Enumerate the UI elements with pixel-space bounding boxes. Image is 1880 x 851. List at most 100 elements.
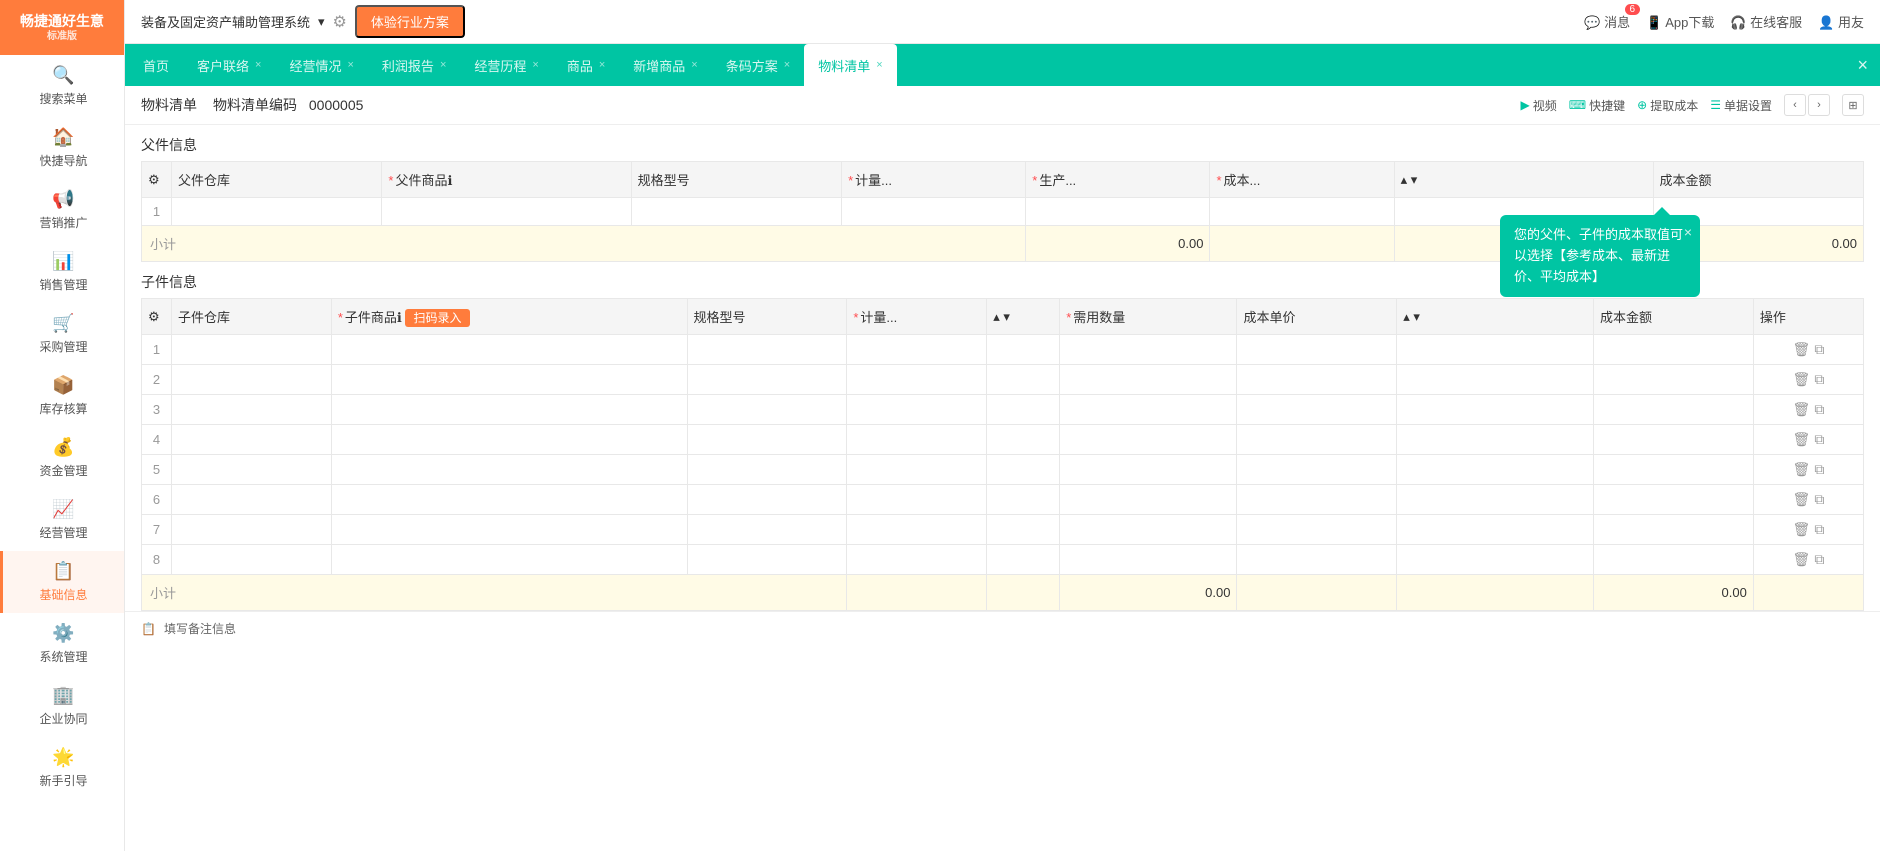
navtab-close-bizstatus[interactable]: × [347, 59, 353, 71]
prev-btn[interactable]: ‹ [1784, 94, 1806, 116]
navtab-close-goods[interactable]: × [599, 59, 605, 71]
delete-btn-1[interactable]: 🗑 [1793, 341, 1811, 358]
shortcut-action[interactable]: ⌨ 快捷键 [1569, 97, 1625, 114]
navtab-close-newgoods[interactable]: × [691, 59, 697, 71]
child-cell-spec-7[interactable] [687, 515, 847, 545]
copy-btn-3[interactable]: ⧉ [1814, 401, 1824, 418]
child-cell-goods-4[interactable] [331, 425, 687, 455]
child-cell-goods-3[interactable] [331, 395, 687, 425]
child-cell-spec-5[interactable] [687, 455, 847, 485]
parent-cell-cost-1[interactable] [1210, 198, 1394, 226]
child-cell-goods-7[interactable] [331, 515, 687, 545]
child-cell-warehouse-8[interactable] [172, 545, 332, 575]
gear-icon[interactable]: ⚙ [333, 12, 347, 32]
copy-btn-5[interactable]: ⧉ [1814, 461, 1824, 478]
navtab-close-bizhistory[interactable]: × [532, 59, 538, 71]
child-cell-unit-8[interactable] [847, 545, 987, 575]
navtab-barcode[interactable]: 条码方案 × [712, 44, 804, 86]
child-cell-spec-6[interactable] [687, 485, 847, 515]
child-cell-spec-4[interactable] [687, 425, 847, 455]
child-cell-warehouse-6[interactable] [172, 485, 332, 515]
child-cell-warehouse-1[interactable] [172, 335, 332, 365]
extract-cost-action[interactable]: ⊕ 提取成本 [1637, 97, 1698, 114]
child-cell-goods-8[interactable] [331, 545, 687, 575]
child-cell-goods-1[interactable] [331, 335, 687, 365]
copy-btn-4[interactable]: ⧉ [1814, 431, 1824, 448]
delete-btn-2[interactable]: 🗑 [1793, 371, 1811, 388]
child-cell-qty-2[interactable] [1060, 365, 1237, 395]
sidebar-item-search[interactable]: 🔍搜索菜单 [0, 55, 124, 117]
child-cell-qty-1[interactable] [1060, 335, 1237, 365]
child-cell-qty-4[interactable] [1060, 425, 1237, 455]
child-cell-unit-5[interactable] [847, 455, 987, 485]
sidebar-item-corp[interactable]: 🏢企业协同 [0, 675, 124, 737]
navtab-customer[interactable]: 客户联络 × [183, 44, 275, 86]
notes-text[interactable]: 填写备注信息 [164, 620, 236, 637]
child-cell-spec-8[interactable] [687, 545, 847, 575]
child-cell-cost-price-5[interactable] [1237, 455, 1397, 485]
message-btn[interactable]: 💬 6 消息 [1584, 12, 1630, 31]
child-cell-cost-price-3[interactable] [1237, 395, 1397, 425]
navtab-close-customer[interactable]: × [255, 59, 261, 71]
navtab-home[interactable]: 首页 [129, 44, 183, 86]
child-cell-warehouse-4[interactable] [172, 425, 332, 455]
child-cell-cost-price-2[interactable] [1237, 365, 1397, 395]
child-cell-qty-8[interactable] [1060, 545, 1237, 575]
scan-btn[interactable]: 扫码录入 [405, 309, 469, 327]
parent-cell-spec-1[interactable] [631, 198, 841, 226]
child-cell-spec-3[interactable] [687, 395, 847, 425]
sidebar-item-purchase[interactable]: 🛒采购管理 [0, 303, 124, 365]
child-cell-unit-1[interactable] [847, 335, 987, 365]
copy-btn-1[interactable]: ⧉ [1814, 341, 1824, 358]
child-cell-warehouse-2[interactable] [172, 365, 332, 395]
child-cell-unit-7[interactable] [847, 515, 987, 545]
navtab-newgoods[interactable]: 新增商品 × [619, 44, 711, 86]
sidebar-item-finance[interactable]: 💰资金管理 [0, 427, 124, 489]
delete-btn-8[interactable]: 🗑 [1793, 551, 1811, 568]
navtab-close-barcode[interactable]: × [784, 59, 790, 71]
app-download-btn[interactable]: 📱 App下载 [1646, 12, 1714, 31]
child-cell-qty-3[interactable] [1060, 395, 1237, 425]
child-cell-goods-2[interactable] [331, 365, 687, 395]
child-cell-warehouse-3[interactable] [172, 395, 332, 425]
copy-btn-2[interactable]: ⧉ [1814, 371, 1824, 388]
sidebar-item-system[interactable]: ⚙️系统管理 [0, 613, 124, 675]
sidebar-item-basic[interactable]: 📋基础信息 [0, 551, 124, 613]
child-cell-unit-6[interactable] [847, 485, 987, 515]
navtab-goods[interactable]: 商品 × [553, 44, 619, 86]
next-btn[interactable]: › [1808, 94, 1830, 116]
sidebar-item-stock[interactable]: 📦库存核算 [0, 365, 124, 427]
copy-btn-8[interactable]: ⧉ [1814, 551, 1824, 568]
tooltip-close-btn[interactable]: × [1684, 221, 1692, 243]
user-menu[interactable]: 👤 用友 [1818, 12, 1864, 31]
copy-btn-6[interactable]: ⧉ [1814, 491, 1824, 508]
child-cell-qty-6[interactable] [1060, 485, 1237, 515]
child-cell-goods-5[interactable] [331, 455, 687, 485]
delete-btn-3[interactable]: 🗑 [1793, 401, 1811, 418]
child-cell-cost-price-1[interactable] [1237, 335, 1397, 365]
delete-btn-7[interactable]: 🗑 [1793, 521, 1811, 538]
child-cell-unit-2[interactable] [847, 365, 987, 395]
online-service-btn[interactable]: 🎧 在线客服 [1730, 12, 1802, 31]
delete-btn-5[interactable]: 🗑 [1793, 461, 1811, 478]
parent-cell-warehouse-1[interactable] [172, 198, 382, 226]
child-cell-unit-4[interactable] [847, 425, 987, 455]
page-tab-material-list[interactable]: 物料清单 [141, 95, 197, 115]
delete-btn-4[interactable]: 🗑 [1793, 431, 1811, 448]
sidebar-item-quicknav[interactable]: 🏠快捷导航 [0, 117, 124, 179]
child-col-gear[interactable]: ⚙ [142, 299, 172, 335]
navtab-close-material[interactable]: × [876, 59, 882, 71]
navtab-close-profit[interactable]: × [440, 59, 446, 71]
copy-btn-7[interactable]: ⧉ [1814, 521, 1824, 538]
child-cell-cost-price-6[interactable] [1237, 485, 1397, 515]
parent-cell-prod-1[interactable] [1026, 198, 1210, 226]
sidebar-item-marketing[interactable]: 📢营销推广 [0, 179, 124, 241]
navtab-bizhistory[interactable]: 经营历程 × [460, 44, 552, 86]
child-cell-warehouse-7[interactable] [172, 515, 332, 545]
child-cell-qty-5[interactable] [1060, 455, 1237, 485]
sidebar-item-guide[interactable]: 🌟新手引导 [0, 737, 124, 799]
child-cell-cost-price-4[interactable] [1237, 425, 1397, 455]
child-cell-cost-price-7[interactable] [1237, 515, 1397, 545]
video-action[interactable]: ▶ 视频 [1521, 97, 1557, 114]
child-cell-goods-6[interactable] [331, 485, 687, 515]
